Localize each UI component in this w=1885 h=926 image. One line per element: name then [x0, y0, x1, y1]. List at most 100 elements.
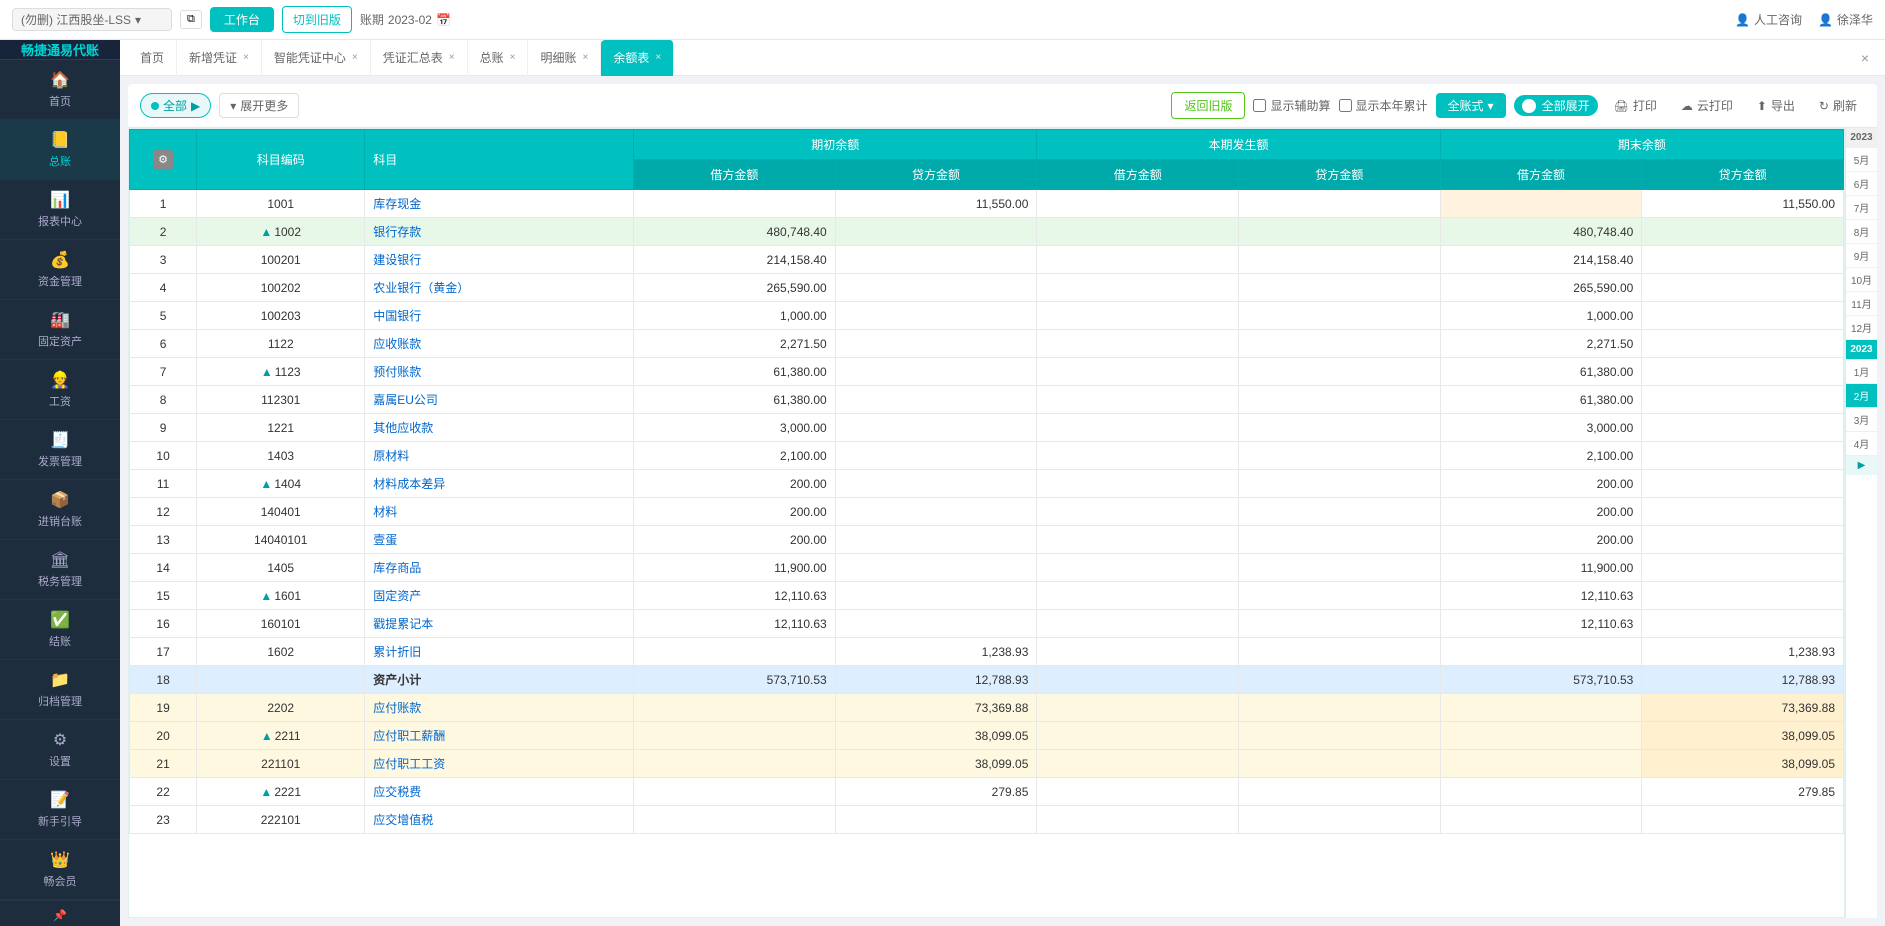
date-mar[interactable]: 3月	[1846, 408, 1877, 432]
row-name-10[interactable]: 原材料	[365, 442, 634, 470]
row-name-4[interactable]: 农业银行（黄金）	[365, 274, 634, 302]
account-link[interactable]: 材料成本差异	[373, 477, 445, 491]
print-button[interactable]: 🖨 打印	[1606, 94, 1665, 117]
sidebar-item-unpin[interactable]: 📌 取消固定	[0, 900, 120, 926]
account-link[interactable]: 累计折旧	[373, 645, 421, 659]
copy-button[interactable]: ⧉	[180, 10, 202, 29]
switch-old-button[interactable]: 切到旧版	[282, 6, 352, 33]
row-name-14[interactable]: 库存商品	[365, 554, 634, 582]
row-name-23[interactable]: 应交增值税	[365, 806, 634, 834]
tab-balance-sheet[interactable]: 余额表 ×	[601, 40, 674, 76]
account-link[interactable]: 库存现金	[373, 197, 421, 211]
account-link[interactable]: 嘉属EU公司	[373, 393, 438, 407]
row-name-5[interactable]: 中国银行	[365, 302, 634, 330]
show-aux-input[interactable]	[1253, 99, 1266, 112]
row-name-22[interactable]: 应交税费	[365, 778, 634, 806]
sidebar-item-report[interactable]: 📊 报表中心	[0, 180, 120, 240]
account-link[interactable]: 应收账款	[373, 337, 421, 351]
tab-home[interactable]: 首页	[128, 40, 177, 76]
account-link[interactable]: 应付职工薪酬	[373, 729, 445, 743]
row-name-9[interactable]: 其他应收款	[365, 414, 634, 442]
expand-all-toggle[interactable]: 全部展开	[1514, 95, 1598, 116]
date-dec[interactable]: 12月	[1846, 316, 1877, 340]
sidebar-item-newguide[interactable]: 📝 新手引导	[0, 780, 120, 840]
account-link[interactable]: 应交税费	[373, 785, 421, 799]
sidebar-item-member[interactable]: 👑 畅会员	[0, 840, 120, 900]
user-service[interactable]: 👤 人工咨询	[1735, 11, 1802, 28]
date-year-2023-top[interactable]: 2023	[1846, 128, 1877, 148]
account-link[interactable]: 应付职工工资	[373, 757, 445, 771]
row-name-19[interactable]: 应付账款	[365, 694, 634, 722]
row-name-15[interactable]: 固定资产	[365, 582, 634, 610]
export-button[interactable]: ⬆ 导出	[1749, 94, 1803, 117]
account-link[interactable]: 其他应收款	[373, 421, 433, 435]
refresh-button[interactable]: ↻ 刷新	[1811, 94, 1865, 117]
show-ytd-input[interactable]	[1339, 99, 1352, 112]
sidebar-item-capital[interactable]: 💰 资金管理	[0, 240, 120, 300]
expand-button[interactable]: ▾ 展开更多	[219, 93, 299, 118]
account-link[interactable]: 预付账款	[373, 365, 421, 379]
row-name-11[interactable]: 材料成本差异	[365, 470, 634, 498]
user-name[interactable]: 👤 徐泽华	[1818, 11, 1873, 28]
account-link[interactable]: 中国银行	[373, 309, 421, 323]
row-name-12[interactable]: 材料	[365, 498, 634, 526]
date-jan[interactable]: 1月	[1846, 360, 1877, 384]
row-name-13[interactable]: 壹蛋	[365, 526, 634, 554]
table-wrapper[interactable]: ⚙ 科目编码 科目 期初余额 本期发生额 期末余额 借方金额	[128, 128, 1845, 918]
tab-general-ledger[interactable]: 总账 ×	[468, 40, 529, 76]
table-settings-icon[interactable]: ⚙	[153, 150, 173, 170]
sidebar-item-settings[interactable]: ⚙ 设置	[0, 720, 120, 780]
date-oct[interactable]: 10月	[1846, 268, 1877, 292]
return-old-button[interactable]: 返回旧版	[1171, 92, 1245, 119]
date-apr[interactable]: 4月	[1846, 432, 1877, 456]
date-year-2023-active[interactable]: 2023	[1846, 340, 1877, 360]
tab-general-ledger-close[interactable]: ×	[510, 52, 516, 63]
account-link[interactable]: 壹蛋	[373, 533, 397, 547]
calendar-icon[interactable]: 📅	[436, 13, 451, 27]
sidebar-item-tax[interactable]: 🏛 税务管理	[0, 540, 120, 600]
date-feb[interactable]: 2月	[1846, 384, 1877, 408]
tab-balance-sheet-close[interactable]: ×	[655, 52, 661, 63]
account-link[interactable]: 原材料	[373, 449, 409, 463]
sidebar-item-settle[interactable]: ✅ 结账	[0, 600, 120, 660]
sidebar-item-home[interactable]: 🏠 首页	[0, 60, 120, 120]
row-name-8[interactable]: 嘉属EU公司	[365, 386, 634, 414]
row-name-17[interactable]: 累计折旧	[365, 638, 634, 666]
sidebar-item-purchase[interactable]: 📦 进销台账	[0, 480, 120, 540]
account-link[interactable]: 固定资产	[373, 589, 421, 603]
date-jul[interactable]: 7月	[1846, 196, 1877, 220]
sidebar-item-salary[interactable]: 👷 工资	[0, 360, 120, 420]
tab-detail-ledger-close[interactable]: ×	[582, 52, 588, 63]
row-name-6[interactable]: 应收账款	[365, 330, 634, 358]
workbench-button[interactable]: 工作台	[210, 7, 274, 32]
sidebar-item-ledger[interactable]: 📒 总账	[0, 120, 120, 180]
account-link[interactable]: 应付账款	[373, 701, 421, 715]
col-settings[interactable]: ⚙	[130, 130, 197, 190]
row-name-3[interactable]: 建设银行	[365, 246, 634, 274]
show-ytd-checkbox[interactable]: 显示本年累计	[1339, 97, 1428, 114]
sidebar-item-fixed[interactable]: 🏭 固定资产	[0, 300, 120, 360]
tab-new-voucher-close[interactable]: ×	[243, 52, 249, 63]
account-link[interactable]: 建设银行	[373, 253, 421, 267]
date-may[interactable]: 5月	[1846, 148, 1877, 172]
sidebar-item-invoice[interactable]: 🧾 发票管理	[0, 420, 120, 480]
filter-button[interactable]: 全部 ▶	[140, 93, 211, 118]
tab-smart-voucher-close[interactable]: ×	[352, 52, 358, 63]
row-name-20[interactable]: 应付职工薪酬	[365, 722, 634, 750]
tab-close-all[interactable]: ×	[1853, 50, 1877, 66]
account-link[interactable]: 农业银行（黄金）	[373, 281, 469, 295]
row-name-1[interactable]: 库存现金	[365, 190, 634, 218]
date-jun[interactable]: 6月	[1846, 172, 1877, 196]
show-aux-checkbox[interactable]: 显示辅助算	[1253, 97, 1330, 114]
account-link[interactable]: 银行存款	[373, 225, 421, 239]
cloud-print-button[interactable]: ☁ 云打印	[1673, 94, 1741, 117]
date-sep[interactable]: 9月	[1846, 244, 1877, 268]
account-link[interactable]: 应交增值税	[373, 813, 433, 827]
tab-detail-ledger[interactable]: 明细账 ×	[528, 40, 601, 76]
date-nov[interactable]: 11月	[1846, 292, 1877, 316]
row-name-21[interactable]: 应付职工工资	[365, 750, 634, 778]
row-name-2[interactable]: 银行存款	[365, 218, 634, 246]
company-selector[interactable]: (勿删) 江西股坐-LSS ▾	[12, 8, 172, 31]
date-aug[interactable]: 8月	[1846, 220, 1877, 244]
tab-new-voucher[interactable]: 新增凭证 ×	[177, 40, 262, 76]
